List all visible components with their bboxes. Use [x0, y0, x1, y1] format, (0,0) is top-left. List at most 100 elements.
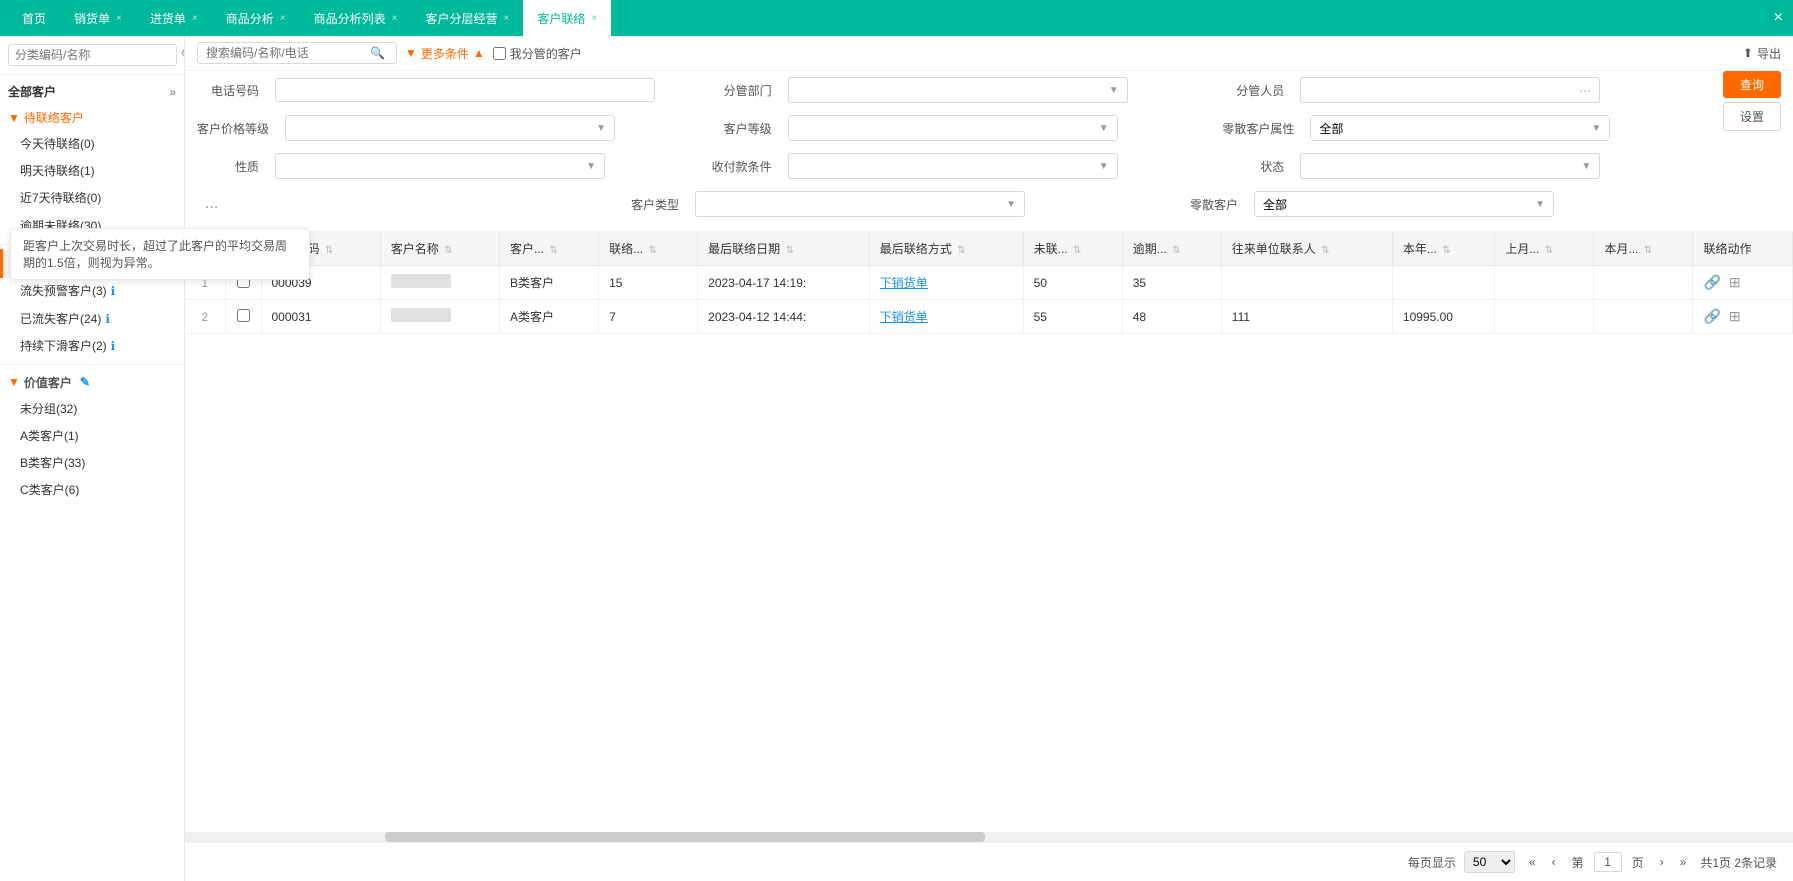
col-header-last-month[interactable]: 上月... ⇅ [1495, 232, 1594, 266]
status-select[interactable]: ▼ [1300, 153, 1600, 179]
contact-method-link[interactable]: 下销货单 [880, 310, 928, 324]
col-header-action: 联络动作 [1693, 232, 1793, 266]
info-icon[interactable]: ℹ [111, 337, 116, 356]
close-icon[interactable]: × [503, 13, 509, 24]
last-page-button[interactable]: » [1674, 853, 1693, 871]
filter-cell-manager: 分管人员 ··· [1222, 77, 1715, 103]
sidebar-item-7days-pending[interactable]: 近7天待联络(0) [0, 185, 184, 212]
settings-button[interactable]: 设置 [1723, 102, 1781, 131]
filter-search-input[interactable] [206, 46, 366, 60]
col-header-type[interactable]: 客户... ⇅ [500, 232, 599, 266]
close-all-tabs-button[interactable]: × [1774, 9, 1783, 27]
cell-type: A类客户 [500, 300, 599, 334]
price-level-select[interactable]: ▼ [285, 115, 615, 141]
col-header-contact-count[interactable]: 联络... ⇅ [599, 232, 698, 266]
contact-icon[interactable]: 🔗 [1703, 274, 1720, 291]
chevron-up-icon: ▲ [473, 46, 485, 60]
close-icon[interactable]: × [591, 13, 597, 24]
filter-search-icon[interactable]: 🔍 [370, 46, 385, 60]
filter-cell-customer-level: 客户等级 ▼ [710, 115, 1203, 141]
sidebar-item-churn-warning[interactable]: 流失预警客户(3) ℹ [0, 278, 184, 305]
close-icon[interactable]: × [192, 13, 198, 24]
chevron-down-icon: ▼ [1109, 85, 1119, 96]
filter-cell-status: 状态 ▼ [1222, 153, 1715, 179]
nav-item-purchase[interactable]: 进货单 × [136, 0, 212, 36]
export-button[interactable]: ⬆ 导出 [1743, 45, 1781, 62]
phone-filter-input[interactable] [275, 78, 655, 102]
nav-item-sales[interactable]: 销货单 × [60, 0, 136, 36]
edit-icon[interactable]: ✎ [80, 375, 90, 389]
sidebar-item-c-class[interactable]: C类客户(6) [0, 477, 184, 504]
nav-item-customer-tier[interactable]: 客户分层经营 × [411, 0, 523, 36]
col-header-uncontacted[interactable]: 未联... ⇅ [1023, 232, 1122, 266]
sidebar-item-churned[interactable]: 已流失客户(24) ℹ [0, 306, 184, 333]
per-page-select[interactable]: 50 100 200 [1464, 851, 1515, 873]
info-icon[interactable]: ℹ [105, 310, 110, 329]
nav-item-product-analysis-list[interactable]: 商品分析列表 × [300, 0, 412, 36]
more-filters-dots[interactable]: ... [197, 195, 226, 213]
nav-item-home[interactable]: 首页 [8, 0, 60, 36]
close-icon[interactable]: × [280, 13, 286, 24]
chevron-down-icon: ▼ [1581, 161, 1591, 172]
sidebar-search-input[interactable] [8, 44, 177, 66]
close-icon[interactable]: × [116, 13, 122, 24]
cell-action: 🔗 ⊞ [1693, 266, 1793, 300]
next-page-button[interactable]: › [1654, 853, 1670, 871]
customer-level-select[interactable]: ▼ [788, 115, 1118, 141]
col-header-this-month[interactable]: 本月... ⇅ [1594, 232, 1693, 266]
sidebar-pending-contact-group[interactable]: ▼ 待联络客户 [0, 104, 184, 131]
sort-icon: ⇅ [549, 245, 557, 256]
prev-page-button[interactable]: ‹ [1546, 853, 1562, 871]
col-header-this-year[interactable]: 本年... ⇅ [1392, 232, 1494, 266]
col-header-contact-person[interactable]: 往来单位联系人 ⇅ [1221, 232, 1392, 266]
chevron-down-icon: ▼ [1099, 161, 1109, 172]
scrollbar-thumb[interactable] [385, 832, 985, 842]
cell-contact-person [1221, 266, 1392, 300]
filter-action-buttons: 查询 设置 [1723, 71, 1781, 131]
customer-table: ⚙ 客户编码 ⇅ 客户名称 ⇅ [185, 232, 1793, 334]
contact-method-link[interactable]: 下销货单 [880, 276, 928, 290]
sidebar-item-tomorrow-pending[interactable]: 明天待联络(1) [0, 158, 184, 185]
sidebar-all-customers-header: 全部客户 » [0, 75, 184, 104]
cell-last-contact-method: 下销货单 [869, 300, 1023, 334]
col-header-name[interactable]: 客户名称 ⇅ [380, 232, 499, 266]
first-page-button[interactable]: « [1523, 853, 1542, 871]
retail-attr-select[interactable]: 全部 ▼ [1310, 115, 1610, 141]
sidebar-item-today-pending[interactable]: 今天待联络(0) [0, 131, 184, 158]
nav-item-product-analysis[interactable]: 商品分析 × [212, 0, 300, 36]
filter-cell-retail-attr: 零散客户属性 全部 ▼ [1222, 115, 1715, 141]
row-checkbox[interactable] [237, 309, 250, 322]
filter-more-conditions[interactable]: ▼ 更多条件 ▲ [405, 45, 485, 62]
nature-select[interactable]: ▼ [275, 153, 605, 179]
horizontal-scrollbar[interactable] [185, 832, 1793, 842]
grid-icon[interactable]: ⊞ [1729, 274, 1741, 291]
filter-cell-nature: 性质 ▼ [197, 153, 690, 179]
current-page-input[interactable]: 1 [1594, 852, 1622, 872]
col-header-last-contact-method[interactable]: 最后联络方式 ⇅ [869, 232, 1023, 266]
export-icon: ⬆ [1743, 46, 1753, 60]
dept-select[interactable]: ▼ [788, 77, 1128, 103]
manager-select[interactable]: ··· [1300, 77, 1600, 103]
nav-item-customer-contact[interactable]: 客户联络 × [523, 0, 611, 36]
customer-type-select[interactable]: ▼ [695, 191, 1025, 217]
my-customer-checkbox[interactable] [493, 47, 506, 60]
close-icon[interactable]: × [392, 13, 398, 24]
grid-icon[interactable]: ⊞ [1729, 308, 1741, 325]
query-button[interactable]: 查询 [1723, 71, 1781, 98]
more-dots-icon[interactable]: ··· [1579, 83, 1591, 97]
info-icon[interactable]: ℹ [111, 282, 116, 301]
sort-icon: ⇅ [1545, 245, 1553, 256]
col-header-overdue[interactable]: 逾期... ⇅ [1122, 232, 1221, 266]
sidebar-item-b-class[interactable]: B类客户(33) [0, 450, 184, 477]
retail-customer-select[interactable]: 全部 ▼ [1254, 191, 1554, 217]
filter-row-1: 电话号码 分管部门 ▼ 分管人员 [197, 71, 1715, 109]
sidebar-item-declining[interactable]: 持续下滑客户(2) ℹ [0, 333, 184, 360]
sidebar-value-group[interactable]: ▼ 价值客户 ✎ [0, 369, 184, 396]
payment-select[interactable]: ▼ [788, 153, 1118, 179]
sort-icon: ⇅ [1644, 245, 1652, 256]
col-header-last-contact-date[interactable]: 最后联络日期 ⇅ [698, 232, 870, 266]
sidebar-item-unclassified[interactable]: 未分组(32) [0, 396, 184, 423]
sidebar-item-a-class[interactable]: A类客户(1) [0, 423, 184, 450]
sidebar-collapse-icon[interactable]: » [169, 85, 176, 99]
contact-icon[interactable]: 🔗 [1703, 308, 1720, 325]
